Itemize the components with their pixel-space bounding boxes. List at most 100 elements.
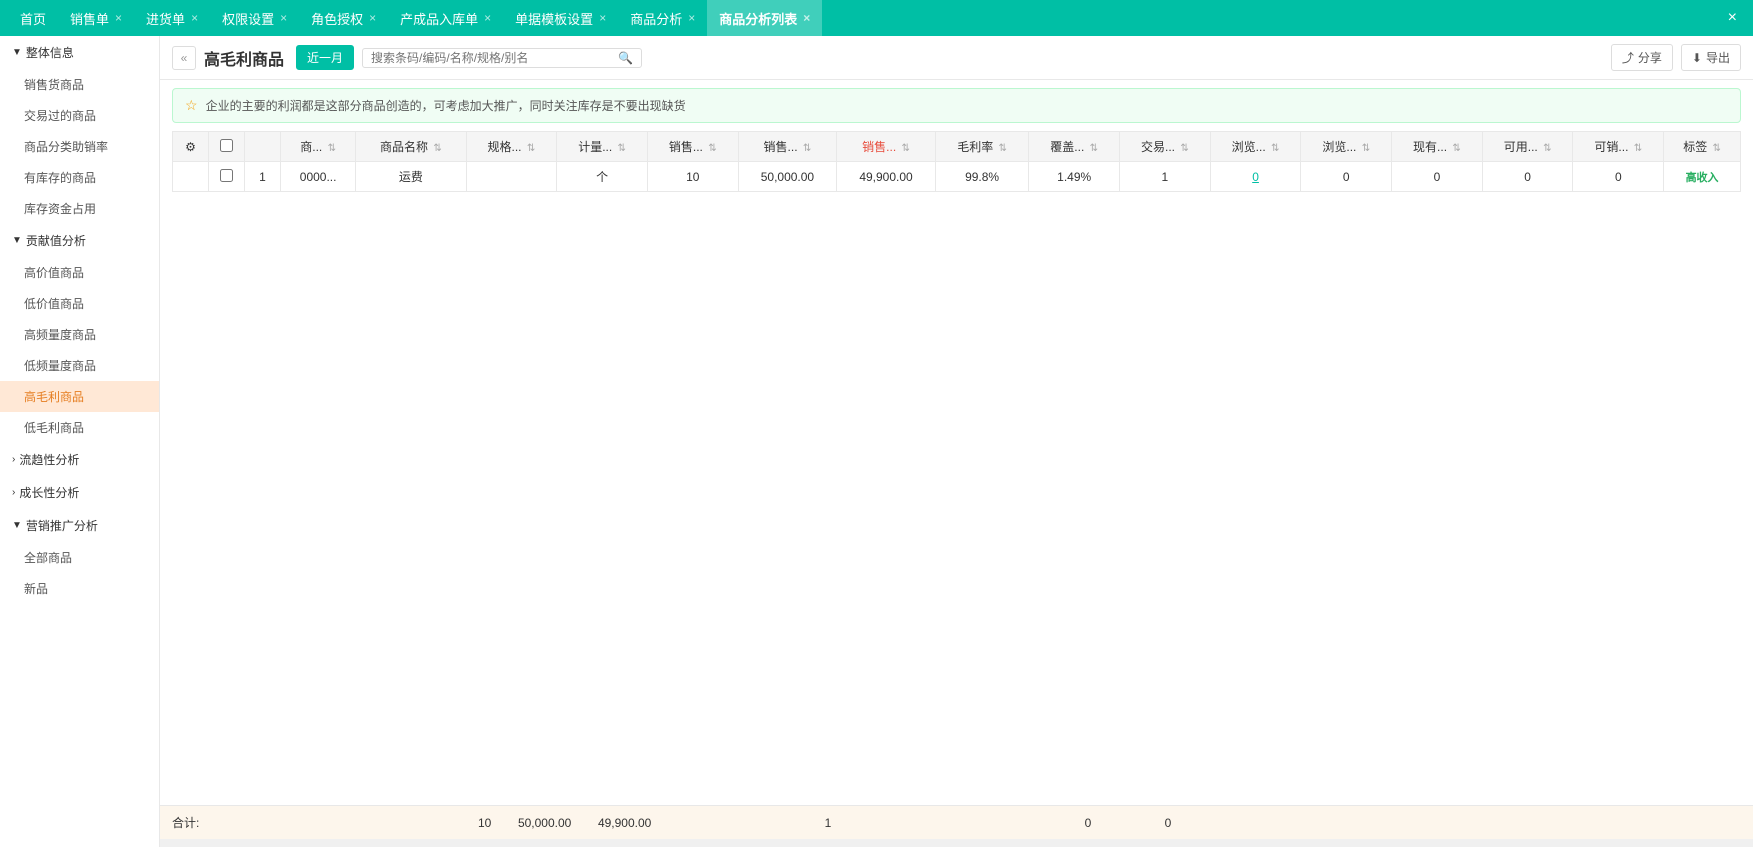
notice-bar: ☆ 企业的主要的利润都是这部分商品创造的，可考虑加大推广，同时关注库存是不要出现…: [172, 88, 1741, 123]
cell-tag: 高收入: [1664, 162, 1741, 192]
sidebar-item-inventory-goods[interactable]: 有库存的商品: [0, 162, 159, 193]
tab-role[interactable]: 角色授权 ×: [299, 0, 388, 36]
cell-trade: 1: [1120, 162, 1211, 192]
content-header: « 高毛利商品 近一月 🔍 ⤴ 分享 ⬇ 导出: [160, 36, 1753, 80]
col-saleable[interactable]: 可销... ⇅: [1573, 132, 1664, 162]
col-tag[interactable]: 标签 ⇅: [1664, 132, 1741, 162]
col-sales-cost[interactable]: 销售... ⇅: [837, 132, 936, 162]
search-input[interactable]: [371, 51, 618, 65]
sidebar-item-high-margin[interactable]: 高毛利商品: [0, 381, 159, 412]
cell-spec: [466, 162, 557, 192]
tab-template[interactable]: 单据模板设置 ×: [503, 0, 618, 36]
sidebar-item-high-price[interactable]: 高价值商品: [0, 257, 159, 288]
close-analysis-tab[interactable]: ×: [688, 11, 695, 25]
col-margin-rate[interactable]: 毛利率 ⇅: [935, 132, 1029, 162]
cell-sales-amount: 50,000.00: [738, 162, 837, 192]
search-box: 🔍: [362, 48, 642, 68]
tab-sales[interactable]: 销售单 ×: [58, 0, 134, 36]
cell-coverage: 1.49%: [1029, 162, 1120, 192]
arrow-growth: ›: [12, 487, 15, 498]
col-settings[interactable]: ⚙: [173, 132, 209, 162]
arrow-marketing: ▼: [12, 520, 22, 531]
cell-browse1[interactable]: 0: [1210, 162, 1301, 192]
col-sales-amount[interactable]: 销售... ⇅: [738, 132, 837, 162]
sidebar-item-sales-goods[interactable]: 销售货商品: [0, 69, 159, 100]
sidebar: ▼ 整体信息 销售货商品 交易过的商品 商品分类助销率 有库存的商品 库存资金占…: [0, 36, 160, 847]
close-all-tabs[interactable]: ×: [1720, 9, 1745, 27]
col-browse2[interactable]: 浏览... ⇅: [1301, 132, 1392, 162]
close-permission-tab[interactable]: ×: [280, 11, 287, 25]
col-coverage[interactable]: 覆盖... ⇅: [1029, 132, 1120, 162]
sidebar-item-new-goods[interactable]: 新品: [0, 573, 159, 604]
sidebar-item-low-price[interactable]: 低价值商品: [0, 288, 159, 319]
notice-icon: ☆: [185, 97, 198, 114]
footer-sales-amount: 50,000.00: [499, 816, 579, 830]
col-sales-qty[interactable]: 销售... ⇅: [647, 132, 738, 162]
sidebar-group-marketing[interactable]: ▼ 营销推广分析: [0, 509, 159, 542]
close-purchase-tab[interactable]: ×: [191, 11, 198, 25]
tab-product-in[interactable]: 产成品入库单 ×: [388, 0, 503, 36]
cell-sales-cost: 49,900.00: [837, 162, 936, 192]
cell-available: 0: [1482, 162, 1573, 192]
top-nav: 首页 销售单 × 进货单 × 权限设置 × 角色授权 × 产成品入库单 × 单据…: [0, 0, 1753, 36]
sidebar-item-traded-goods[interactable]: 交易过的商品: [0, 100, 159, 131]
close-template-tab[interactable]: ×: [599, 11, 606, 25]
col-trade[interactable]: 交易... ⇅: [1120, 132, 1211, 162]
sidebar-item-low-margin[interactable]: 低毛利商品: [0, 412, 159, 443]
select-all-checkbox[interactable]: [220, 139, 233, 152]
footer-label: 合计:: [172, 814, 199, 831]
footer-trade: 1: [759, 816, 839, 830]
col-available[interactable]: 可用... ⇅: [1482, 132, 1573, 162]
col-seq: [245, 132, 281, 162]
sidebar-item-capital-occupy[interactable]: 库存资金占用: [0, 193, 159, 224]
cell-margin-rate: 99.8%: [935, 162, 1029, 192]
sidebar-item-all-goods[interactable]: 全部商品: [0, 542, 159, 573]
col-browse1[interactable]: 浏览... ⇅: [1210, 132, 1301, 162]
tab-analysis-list[interactable]: 商品分析列表 ×: [707, 0, 822, 36]
footer-current: 0: [1019, 816, 1099, 830]
tab-analysis[interactable]: 商品分析 ×: [618, 0, 707, 36]
cell-sales-qty: 10: [647, 162, 738, 192]
notice-text: 企业的主要的利润都是这部分商品创造的，可考虑加大推广，同时关注库存是不要出现缺货: [206, 97, 686, 114]
sidebar-group-overall[interactable]: ▼ 整体信息: [0, 36, 159, 69]
col-code[interactable]: 商... ⇅: [281, 132, 356, 162]
sidebar-group-growth[interactable]: › 成长性分析: [0, 476, 159, 509]
row-checkbox[interactable]: [220, 169, 233, 182]
col-checkbox: [209, 132, 245, 162]
close-sales-tab[interactable]: ×: [115, 11, 122, 25]
footer-available: 0: [1099, 816, 1179, 830]
cell-unit: 个: [557, 162, 648, 192]
tab-permission[interactable]: 权限设置 ×: [210, 0, 299, 36]
cell-current: 0: [1392, 162, 1483, 192]
arrow-overall: ▼: [12, 47, 22, 58]
share-icon: ⤴: [1622, 49, 1634, 66]
sidebar-group-trend[interactable]: › 流趋性分析: [0, 443, 159, 476]
search-icon[interactable]: 🔍: [618, 51, 633, 65]
export-icon: ⬇: [1692, 51, 1702, 65]
table-row: 1 0000... 运费 个 10 50,000.00 49,900.00 99…: [173, 162, 1741, 192]
collapse-sidebar-btn[interactable]: «: [172, 46, 196, 70]
sidebar-group-financial[interactable]: ▼ 贡献值分析: [0, 224, 159, 257]
share-btn[interactable]: ⤴ 分享: [1611, 44, 1673, 71]
bottom-scrollbar[interactable]: [160, 839, 1753, 847]
sidebar-item-low-freq[interactable]: 低频量度商品: [0, 350, 159, 381]
page-title: 高毛利商品: [204, 46, 284, 70]
cell-checkbox[interactable]: [209, 162, 245, 192]
close-analysis-list-tab[interactable]: ×: [803, 11, 810, 25]
col-spec[interactable]: 规格... ⇅: [466, 132, 557, 162]
sidebar-item-analysis-rate[interactable]: 商品分类助销率: [0, 131, 159, 162]
export-btn[interactable]: ⬇ 导出: [1681, 44, 1741, 71]
col-current[interactable]: 现有... ⇅: [1392, 132, 1483, 162]
tab-purchase[interactable]: 进货单 ×: [134, 0, 210, 36]
sidebar-item-high-freq[interactable]: 高频量度商品: [0, 319, 159, 350]
col-name[interactable]: 商品名称 ⇅: [356, 132, 466, 162]
col-unit[interactable]: 计量... ⇅: [557, 132, 648, 162]
cell-seq: 1: [245, 162, 281, 192]
close-role-tab[interactable]: ×: [369, 11, 376, 25]
arrow-trend: ›: [12, 454, 15, 465]
tab-home[interactable]: 首页: [8, 0, 58, 36]
footer-bar: 合计: 10 50,000.00 49,900.00 1 0 0: [160, 805, 1753, 839]
filter-recent-month-btn[interactable]: 近一月: [296, 45, 354, 70]
content-area: « 高毛利商品 近一月 🔍 ⤴ 分享 ⬇ 导出: [160, 36, 1753, 847]
close-product-in-tab[interactable]: ×: [484, 11, 491, 25]
